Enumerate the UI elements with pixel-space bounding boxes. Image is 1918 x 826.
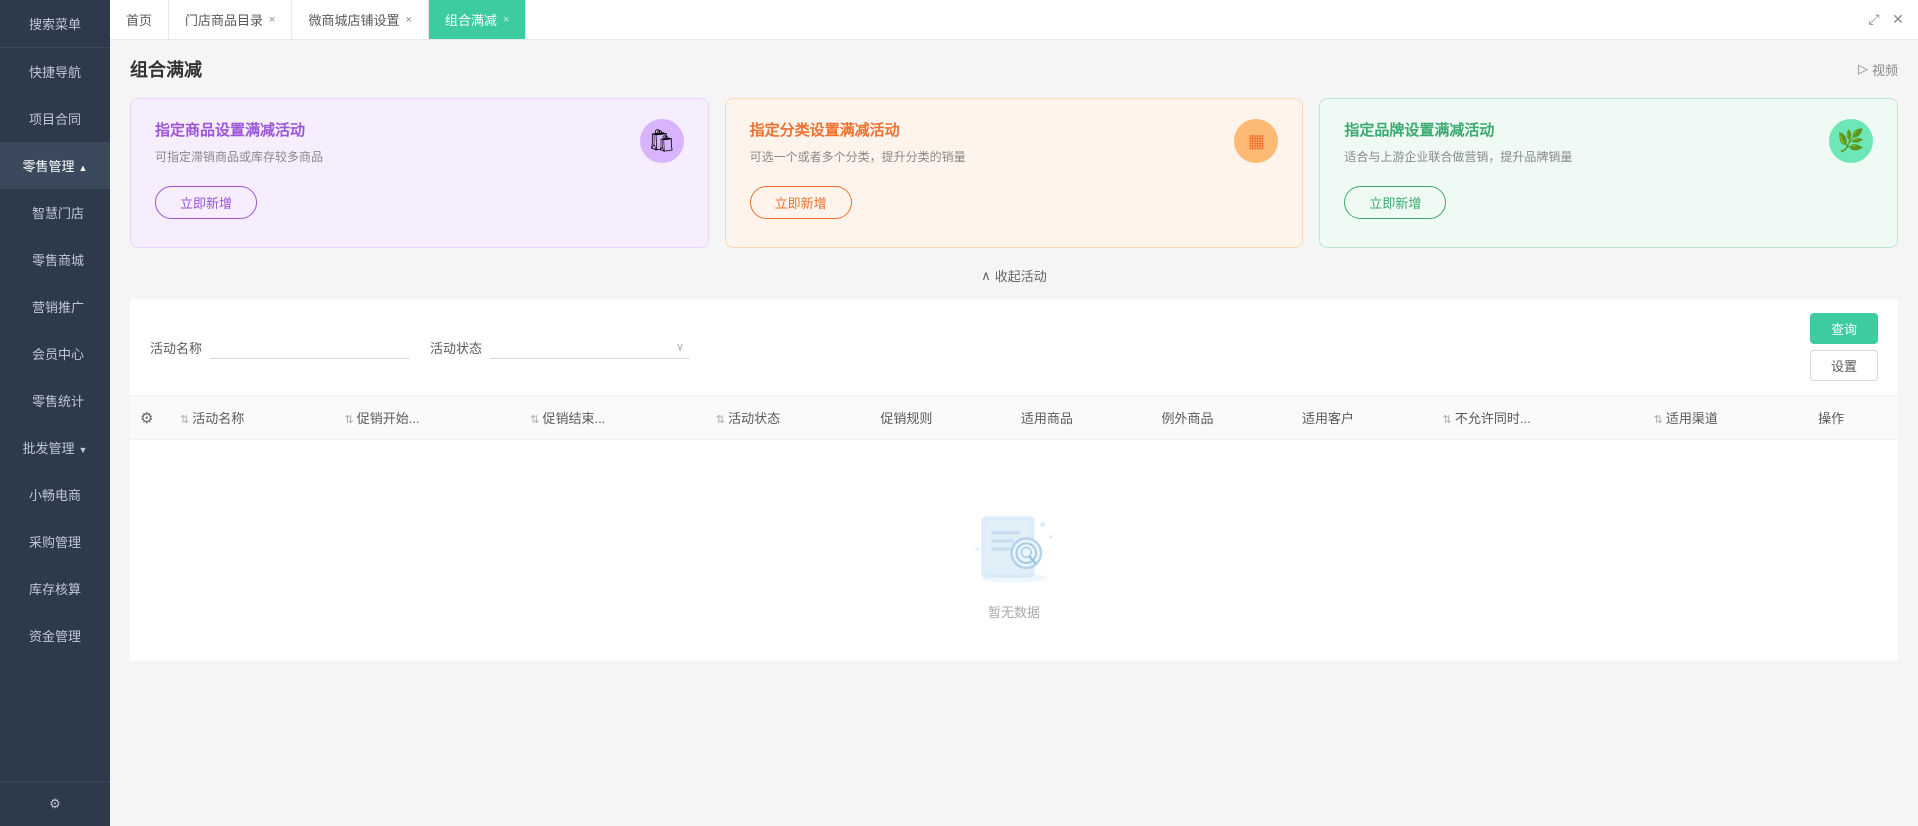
- window-close-btn[interactable]: ✕: [1890, 12, 1906, 28]
- play-icon: ▷: [1858, 61, 1868, 77]
- collapse-bar[interactable]: ∧ 收起活动: [130, 256, 1898, 295]
- table-col-promo-start[interactable]: 促销开始...: [335, 396, 521, 440]
- table-col-no-concurrent[interactable]: 不允许同时...: [1433, 396, 1644, 440]
- sidebar-item-xiaochang[interactable]: 小畅电商: [0, 471, 110, 518]
- cards-row: 🛍 指定商品设置满减活动 可指定滞销商品或库存较多商品 立即新增 ▦ 指定分类设…: [130, 98, 1898, 248]
- empty-state: 暂无数据: [130, 440, 1898, 661]
- sidebar-item-marketing[interactable]: 营销推广: [0, 283, 110, 330]
- brand-card-title: 指定品牌设置满减活动: [1344, 119, 1873, 140]
- brand-card-add-btn[interactable]: 立即新增: [1344, 186, 1446, 219]
- filter-bar: 活动名称 活动状态 进行中 已结束 未开始 查询 设置: [130, 299, 1898, 395]
- table-col-applicable-channel[interactable]: 适用渠道: [1644, 396, 1809, 440]
- product-card-add-btn[interactable]: 立即新增: [155, 186, 257, 219]
- data-table: ⚙ 活动名称 促销开始... 促销结束... 活动状态 促销规则 适用商品 例外…: [130, 396, 1898, 661]
- tab-wechat-store[interactable]: 微商城店铺设置 ×: [292, 0, 428, 39]
- table-col-status[interactable]: 活动状态: [706, 396, 871, 440]
- page-header: 组合满减 ▷ 视频: [130, 56, 1898, 82]
- filter-activity-name: 活动名称: [150, 335, 410, 359]
- product-card-icon: 🛍: [640, 119, 684, 163]
- tab-store-catalog[interactable]: 门店商品目录 ×: [169, 0, 292, 39]
- table-col-promo-end[interactable]: 促销结束...: [520, 396, 706, 440]
- table-col-promo-rule: 促销规则: [870, 396, 1011, 440]
- activity-status-select[interactable]: 进行中 已结束 未开始: [490, 335, 690, 359]
- brand-promo-card: 🌿 指定品牌设置满减活动 适合与上游企业联合做营销，提升品牌销量 立即新增: [1319, 98, 1898, 248]
- table-col-name[interactable]: 活动名称: [170, 396, 335, 440]
- tab-close-combo-promo[interactable]: ×: [503, 14, 509, 26]
- main-area: 首页 门店商品目录 × 微商城店铺设置 × 组合满减 × ⤢ ✕ 组合满减 ▷ …: [110, 0, 1918, 826]
- video-link[interactable]: ▷ 视频: [1858, 60, 1898, 79]
- tab-bar-actions: ⤢ ✕: [1866, 12, 1918, 28]
- table-gear-icon[interactable]: ⚙: [140, 410, 153, 427]
- table-col-applicable-goods: 适用商品: [1011, 396, 1152, 440]
- sidebar-item-member-center[interactable]: 会员中心: [0, 330, 110, 377]
- table-header-row: ⚙ 活动名称 促销开始... 促销结束... 活动状态 促销规则 适用商品 例外…: [130, 396, 1898, 440]
- table-col-operation: 操作: [1808, 396, 1898, 440]
- filter-activity-status: 活动状态 进行中 已结束 未开始: [430, 335, 690, 359]
- query-button[interactable]: 查询: [1810, 313, 1878, 344]
- product-card-desc: 可指定滞销商品或库存较多商品: [155, 148, 684, 166]
- sidebar-item-project-contract[interactable]: 项目合同: [0, 95, 110, 142]
- sidebar: 搜索菜单 快捷导航 项目合同 零售管理 智慧门店 零售商城 营销推广 会员中心 …: [0, 0, 110, 826]
- sidebar-item-smart-store[interactable]: 智慧门店: [0, 189, 110, 236]
- brand-card-desc: 适合与上游企业联合做营销，提升品牌销量: [1344, 148, 1873, 166]
- tab-bar: 首页 门店商品目录 × 微商城店铺设置 × 组合满减 × ⤢ ✕: [110, 0, 1918, 40]
- brand-card-icon: 🌿: [1829, 119, 1873, 163]
- content-area: 组合满减 ▷ 视频 🛍 指定商品设置满减活动 可指定滞销商品或库存较多商品 立即…: [110, 40, 1918, 826]
- empty-text: 暂无数据: [988, 602, 1040, 621]
- category-promo-card: ▦ 指定分类设置满减活动 可选一个或者多个分类，提升分类的销量 立即新增: [725, 98, 1304, 248]
- category-card-add-btn[interactable]: 立即新增: [750, 186, 852, 219]
- gear-icon: ⚙: [49, 796, 61, 811]
- sidebar-item-inventory[interactable]: 库存核算: [0, 565, 110, 612]
- table-col-gear: ⚙: [130, 396, 170, 440]
- sidebar-item-retail-mgmt[interactable]: 零售管理: [0, 142, 110, 189]
- sidebar-item-wholesale-mgmt[interactable]: 批发管理: [0, 424, 110, 471]
- table-wrapper: ⚙ 活动名称 促销开始... 促销结束... 活动状态 促销规则 适用商品 例外…: [130, 395, 1898, 661]
- activity-name-input[interactable]: [210, 335, 410, 359]
- tab-close-store-catalog[interactable]: ×: [269, 14, 275, 26]
- sidebar-item-quick-nav[interactable]: 快捷导航: [0, 48, 110, 95]
- sidebar-item-purchase-mgmt[interactable]: 采购管理: [0, 518, 110, 565]
- tab-home[interactable]: 首页: [110, 0, 169, 39]
- product-promo-card: 🛍 指定商品设置满减活动 可指定滞销商品或库存较多商品 立即新增: [130, 98, 709, 248]
- window-resize-btn[interactable]: ⤢: [1866, 12, 1882, 28]
- sidebar-item-retail-stats[interactable]: 零售统计: [0, 377, 110, 424]
- product-card-title: 指定商品设置满减活动: [155, 119, 684, 140]
- filter-actions: 查询 设置: [1810, 313, 1878, 381]
- collapse-icon: ∧: [981, 268, 991, 284]
- empty-illustration: [964, 500, 1064, 590]
- table-col-applicable-customer: 适用客户: [1292, 396, 1433, 440]
- sidebar-item-finance-mgmt[interactable]: 资金管理: [0, 612, 110, 659]
- category-card-desc: 可选一个或者多个分类，提升分类的销量: [750, 148, 1279, 166]
- sidebar-search[interactable]: 搜索菜单: [0, 0, 110, 48]
- tab-combo-promo[interactable]: 组合满减 ×: [429, 0, 526, 39]
- settings-button[interactable]: 设置: [1810, 350, 1878, 381]
- sidebar-settings[interactable]: ⚙: [0, 781, 110, 826]
- category-card-title: 指定分类设置满减活动: [750, 119, 1279, 140]
- table-col-exception-goods: 例外商品: [1151, 396, 1292, 440]
- sidebar-item-retail-mall[interactable]: 零售商城: [0, 236, 110, 283]
- tab-close-wechat-store[interactable]: ×: [405, 14, 411, 26]
- page-title: 组合满减: [130, 56, 202, 82]
